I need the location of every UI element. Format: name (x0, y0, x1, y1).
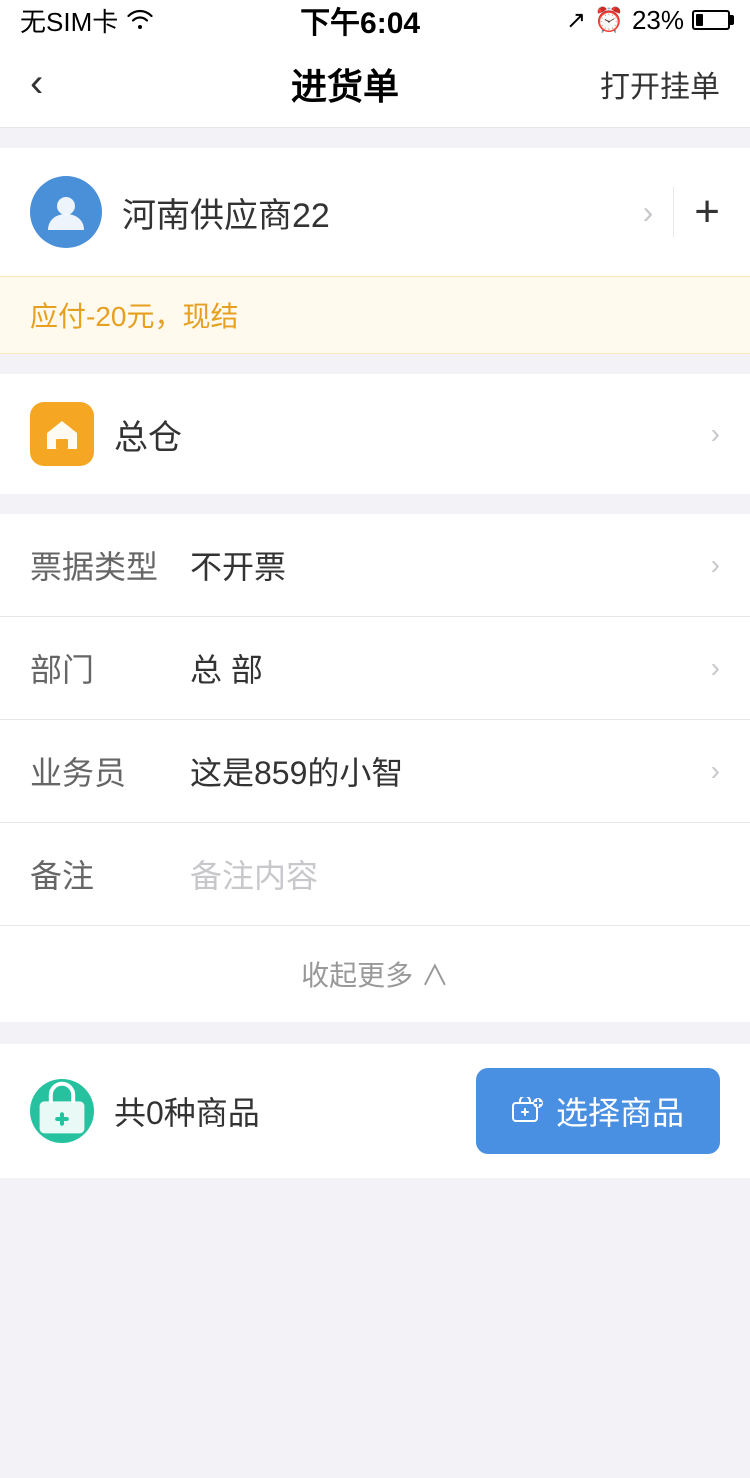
battery-icon (692, 10, 730, 30)
salesperson-row[interactable]: 业务员 这是859的小智 › (0, 720, 750, 823)
warehouse-icon (30, 402, 94, 466)
page-title: 进货单 (291, 58, 399, 110)
remark-label: 备注 (30, 851, 190, 897)
open-pending-button[interactable]: 打开挂单 (600, 62, 720, 106)
status-right: ↗ ⏰ 23% (566, 5, 730, 36)
notice-banner: 应付-20元，现结 (0, 276, 750, 354)
add-supplier-button[interactable]: + (673, 187, 720, 237)
collapse-button[interactable]: 收起更多 ∧ (0, 925, 750, 1022)
invoice-type-label: 票据类型 (30, 542, 190, 588)
supplier-chevron-icon: › (643, 194, 654, 231)
section-gap-2 (0, 354, 750, 374)
department-row[interactable]: 部门 总 部 › (0, 617, 750, 720)
product-count-label: 共0种商品 (114, 1088, 476, 1134)
location-icon: ↗ (566, 6, 586, 35)
back-button[interactable]: ‹ (30, 61, 90, 106)
warehouse-row[interactable]: 总仓 › (0, 374, 750, 494)
bottom-area (0, 1178, 750, 1478)
status-bar: 无SIM卡 下午6:04 ↗ ⏰ 23% (0, 0, 750, 40)
invoice-type-row[interactable]: 票据类型 不开票 › (0, 514, 750, 617)
product-icon (30, 1079, 94, 1143)
invoice-type-value: 不开票 (190, 542, 701, 588)
supplier-section: 河南供应商22 › + 应付-20元，现结 (0, 148, 750, 354)
status-left: 无SIM卡 (20, 2, 154, 39)
invoice-type-chevron-icon: › (711, 549, 720, 581)
section-gap-3 (0, 494, 750, 514)
product-bar: 共0种商品 选择商品 (0, 1044, 750, 1178)
warehouse-chevron-icon: › (711, 418, 720, 450)
section-gap-1 (0, 128, 750, 148)
battery-label: 23% (632, 5, 684, 36)
salesperson-label: 业务员 (30, 748, 190, 794)
supplier-name: 河南供应商22 (122, 188, 643, 237)
nav-bar: ‹ 进货单 打开挂单 (0, 40, 750, 128)
select-product-label: 选择商品 (556, 1088, 684, 1134)
remark-row[interactable]: 备注 备注内容 (0, 823, 750, 925)
salesperson-value: 这是859的小智 (190, 748, 701, 794)
warehouse-section: 总仓 › (0, 374, 750, 494)
alarm-icon: ⏰ (594, 6, 624, 35)
wifi-icon (126, 5, 154, 36)
section-gap-4 (0, 1022, 750, 1042)
status-time: 下午6:04 (300, 0, 420, 42)
supplier-row[interactable]: 河南供应商22 › + (0, 148, 750, 276)
department-label: 部门 (30, 645, 190, 691)
supplier-avatar (30, 176, 102, 248)
department-chevron-icon: › (711, 652, 720, 684)
notice-text: 应付-20元，现结 (30, 301, 238, 332)
carrier-label: 无SIM卡 (20, 2, 118, 39)
salesperson-chevron-icon: › (711, 755, 720, 787)
form-fields-section: 票据类型 不开票 › 部门 总 部 › 业务员 这是859的小智 › 备注 备注… (0, 514, 750, 1022)
select-product-button[interactable]: 选择商品 (476, 1068, 720, 1154)
department-value: 总 部 (190, 645, 701, 691)
remark-placeholder[interactable]: 备注内容 (190, 851, 720, 897)
warehouse-name: 总仓 (114, 410, 701, 459)
